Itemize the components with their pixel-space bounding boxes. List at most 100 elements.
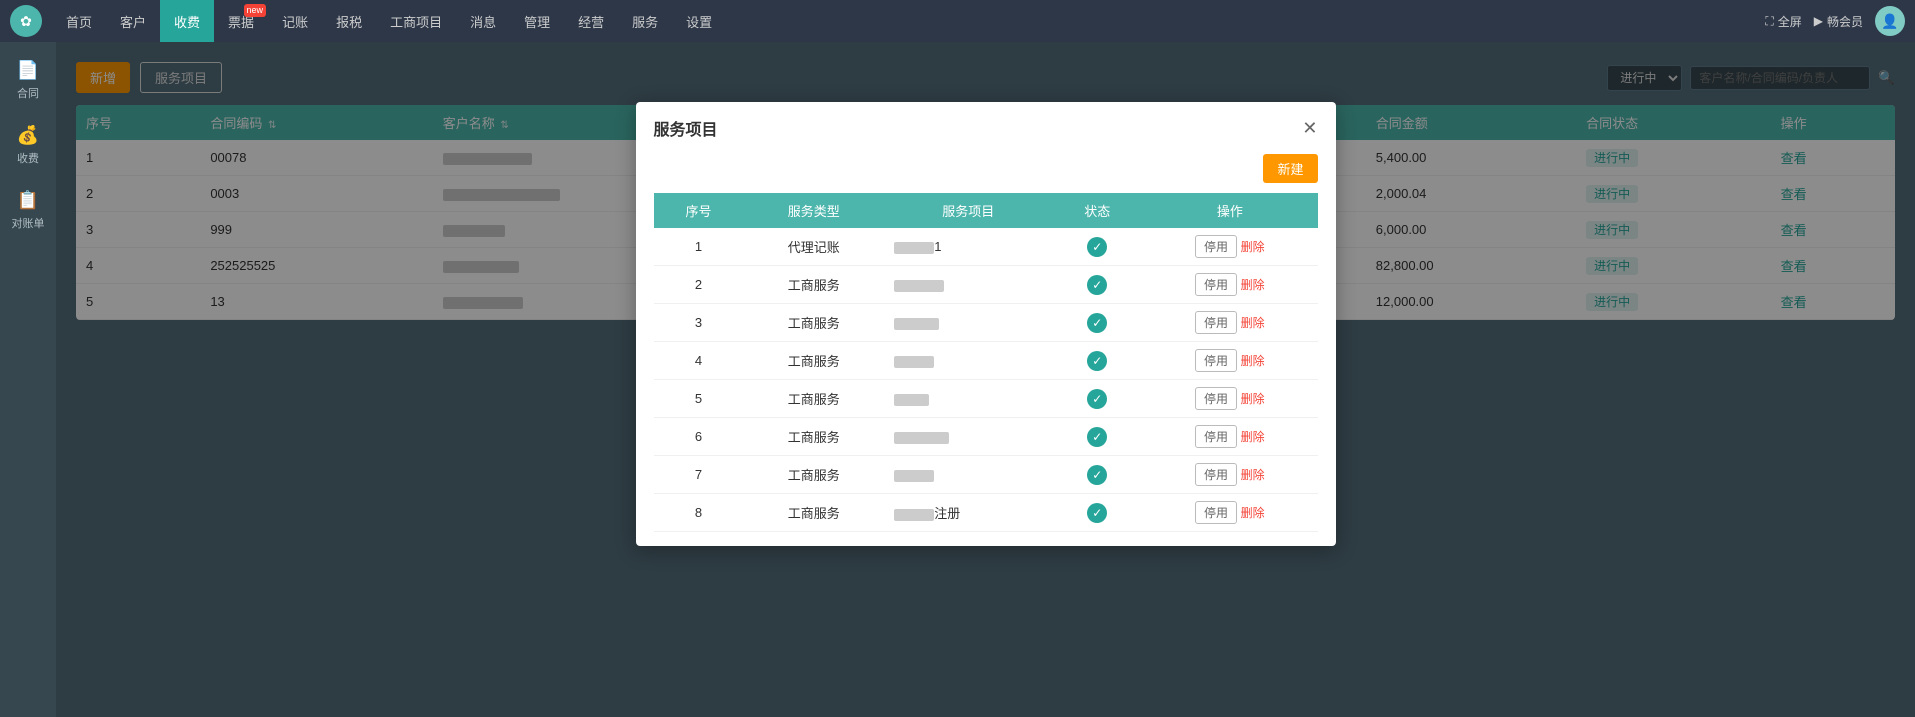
modal-cell-type: 工商服务	[743, 304, 884, 342]
modal-cell-item	[884, 266, 1052, 304]
nav-manage[interactable]: 管理	[510, 0, 564, 42]
modal-cell-seq: 8	[654, 494, 744, 532]
nav-business[interactable]: 工商项目	[376, 0, 456, 42]
modal-table-row: 8 工商服务 注册 ✓ 停用 删除	[654, 494, 1318, 532]
delete-button[interactable]: 删除	[1241, 314, 1265, 331]
status-check-icon: ✓	[1087, 465, 1107, 485]
modal-col-type: 服务类型	[743, 193, 884, 228]
stop-button[interactable]: 停用	[1195, 463, 1237, 486]
modal-cell-type: 代理记账	[743, 228, 884, 266]
modal-overlay: 服务项目 ✕ 新建 序号 服务类型 服务项目 状态	[56, 42, 1915, 717]
status-check-icon: ✓	[1087, 275, 1107, 295]
modal-cell-status: ✓	[1052, 380, 1142, 418]
modal-cell-ops[interactable]: 停用 删除	[1142, 342, 1317, 380]
nav-bookkeeping[interactable]: 记账	[268, 0, 322, 42]
modal-col-status: 状态	[1052, 193, 1142, 228]
modal-table-row: 2 工商服务 ✓ 停用 删除	[654, 266, 1318, 304]
modal-cell-ops[interactable]: 停用 删除	[1142, 266, 1317, 304]
delete-button[interactable]: 删除	[1241, 352, 1265, 369]
delete-button[interactable]: 删除	[1241, 466, 1265, 483]
stop-button[interactable]: 停用	[1195, 425, 1237, 448]
delete-button[interactable]: 删除	[1241, 276, 1265, 293]
modal-table-row: 1 代理记账 1 ✓ 停用 删除	[654, 228, 1318, 266]
sidebar-item-reconcile[interactable]: 📋 对账单	[0, 182, 56, 239]
new-badge: new	[244, 4, 267, 17]
modal-table-row: 4 工商服务 ✓ 停用 删除	[654, 342, 1318, 380]
reconcile-icon: 📋	[17, 190, 39, 211]
fullscreen-icon: ⛶	[1765, 14, 1773, 29]
status-check-icon: ✓	[1087, 503, 1107, 523]
modal-cell-seq: 6	[654, 418, 744, 456]
modal-cell-ops[interactable]: 停用 删除	[1142, 304, 1317, 342]
modal-cell-ops[interactable]: 停用 删除	[1142, 228, 1317, 266]
service-item-modal: 服务项目 ✕ 新建 序号 服务类型 服务项目 状态	[636, 102, 1336, 546]
modal-cell-ops[interactable]: 停用 删除	[1142, 494, 1317, 532]
modal-cell-seq: 3	[654, 304, 744, 342]
stop-button[interactable]: 停用	[1195, 273, 1237, 296]
nav-fee[interactable]: 收费	[160, 0, 214, 42]
modal-cell-ops[interactable]: 停用 删除	[1142, 380, 1317, 418]
nav-right: ⛶ 全屏 ▶ 畅会员 👤	[1765, 6, 1905, 36]
top-nav: ✿ 首页 客户 收费 票据 new 记账 报税 工商项目 消息 管理 经营 服务…	[0, 0, 1915, 42]
modal-cell-type: 工商服务	[743, 456, 884, 494]
nav-tax[interactable]: 报税	[322, 0, 376, 42]
modal-cell-status: ✓	[1052, 456, 1142, 494]
modal-cell-seq: 1	[654, 228, 744, 266]
nav-bar: 首页 客户 收费 票据 new 记账 报税 工商项目 消息 管理 经营 服务 设…	[52, 0, 1765, 42]
modal-cell-type: 工商服务	[743, 266, 884, 304]
modal-cell-seq: 4	[654, 342, 744, 380]
modal-col-seq: 序号	[654, 193, 744, 228]
stop-button[interactable]: 停用	[1195, 349, 1237, 372]
modal-cell-type: 工商服务	[743, 418, 884, 456]
nav-message[interactable]: 消息	[456, 0, 510, 42]
modal-cell-item	[884, 342, 1052, 380]
status-check-icon: ✓	[1087, 351, 1107, 371]
modal-cell-type: 工商服务	[743, 342, 884, 380]
modal-col-item: 服务项目	[884, 193, 1052, 228]
modal-new-button[interactable]: 新建	[1263, 154, 1317, 183]
fee-icon: 💰	[17, 125, 39, 146]
stop-button[interactable]: 停用	[1195, 311, 1237, 334]
delete-button[interactable]: 删除	[1241, 428, 1265, 445]
modal-table-row: 3 工商服务 ✓ 停用 删除	[654, 304, 1318, 342]
member-button[interactable]: ▶ 畅会员	[1814, 13, 1863, 30]
modal-cell-type: 工商服务	[743, 380, 884, 418]
stop-button[interactable]: 停用	[1195, 501, 1237, 524]
delete-button[interactable]: 删除	[1241, 504, 1265, 521]
modal-cell-ops[interactable]: 停用 删除	[1142, 456, 1317, 494]
sidebar-item-contract[interactable]: 📄 合同	[0, 52, 56, 109]
delete-button[interactable]: 删除	[1241, 390, 1265, 407]
modal-cell-status: ✓	[1052, 304, 1142, 342]
modal-cell-seq: 2	[654, 266, 744, 304]
modal-cell-status: ✓	[1052, 266, 1142, 304]
modal-cell-item: 1	[884, 228, 1052, 266]
modal-cell-seq: 5	[654, 380, 744, 418]
nav-service[interactable]: 服务	[618, 0, 672, 42]
modal-cell-item	[884, 418, 1052, 456]
nav-operation[interactable]: 经营	[564, 0, 618, 42]
sidebar-item-fee[interactable]: 💰 收费	[0, 117, 56, 174]
modal-cell-status: ✓	[1052, 228, 1142, 266]
modal-cell-status: ✓	[1052, 342, 1142, 380]
nav-home[interactable]: 首页	[52, 0, 106, 42]
nav-customer[interactable]: 客户	[106, 0, 160, 42]
contract-icon: 📄	[17, 60, 39, 81]
delete-button[interactable]: 删除	[1241, 238, 1265, 255]
stop-button[interactable]: 停用	[1195, 235, 1237, 258]
sidebar: 📄 合同 💰 收费 📋 对账单	[0, 42, 56, 717]
nav-settings[interactable]: 设置	[672, 0, 726, 42]
stop-button[interactable]: 停用	[1195, 387, 1237, 410]
avatar[interactable]: 👤	[1875, 6, 1905, 36]
member-icon: ▶	[1814, 14, 1823, 28]
modal-cell-type: 工商服务	[743, 494, 884, 532]
modal-cell-seq: 7	[654, 456, 744, 494]
modal-cell-item	[884, 380, 1052, 418]
modal-cell-item	[884, 304, 1052, 342]
modal-cell-ops[interactable]: 停用 删除	[1142, 418, 1317, 456]
nav-invoice[interactable]: 票据 new	[214, 0, 268, 42]
fullscreen-button[interactable]: ⛶ 全屏	[1765, 13, 1801, 30]
modal-cell-status: ✓	[1052, 494, 1142, 532]
modal-cell-item	[884, 456, 1052, 494]
modal-close-button[interactable]: ✕	[1302, 118, 1317, 139]
modal-title: 服务项目	[654, 116, 718, 140]
